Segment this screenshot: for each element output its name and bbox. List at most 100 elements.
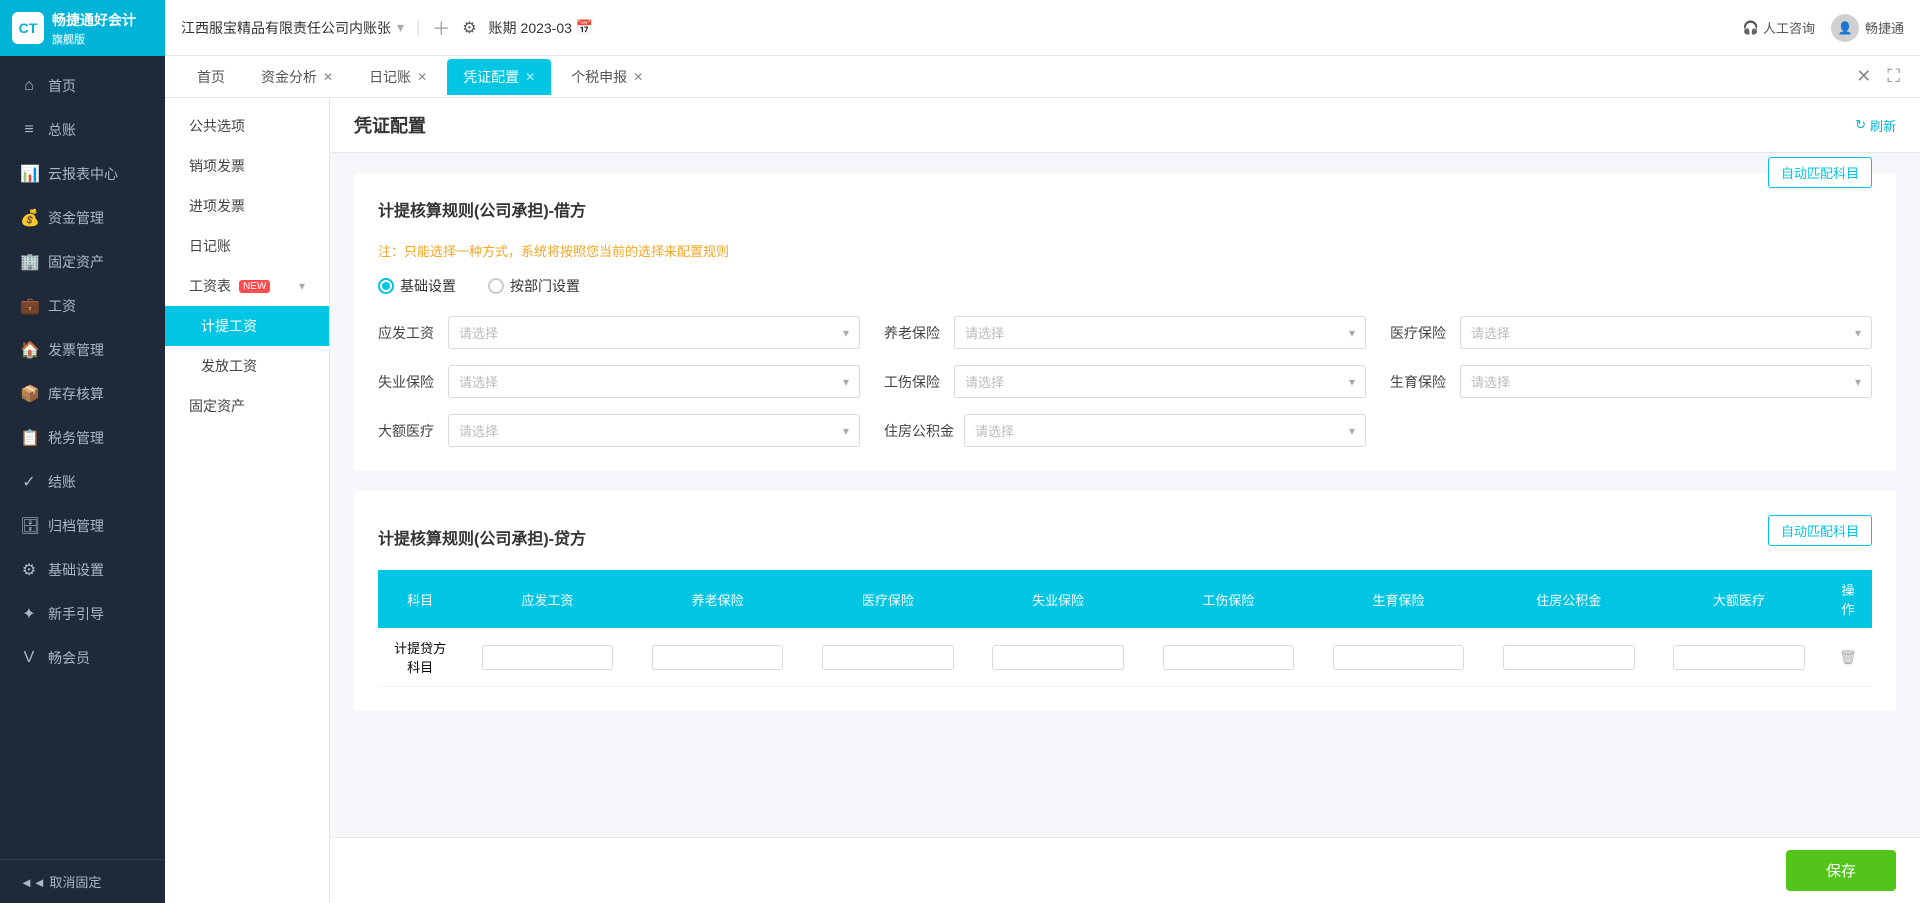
- input-zhufang[interactable]: [1503, 645, 1635, 670]
- select-yiliao[interactable]: 请选择 ▾: [1460, 316, 1872, 349]
- col-dae: 大额医疗: [1654, 570, 1824, 628]
- member-icon: V: [20, 649, 38, 667]
- tab-tax-close[interactable]: ✕: [633, 70, 643, 84]
- tab-voucher[interactable]: 凭证配置 ✕: [447, 59, 551, 95]
- sidebar-item-archive[interactable]: 🗄 归档管理: [0, 504, 165, 548]
- save-button[interactable]: 保存: [1786, 850, 1896, 891]
- tabs-bar: 首页 资金分析 ✕ 日记账 ✕ 凭证配置 ✕ 个税申报 ✕ ✕ ⛶: [165, 56, 1920, 98]
- tab-journal-close[interactable]: ✕: [417, 70, 427, 84]
- form-item-shiye: 失业保险 请选择 ▾: [378, 365, 860, 398]
- tab-journal[interactable]: 日记账 ✕: [353, 59, 443, 95]
- nav-journal[interactable]: 日记账: [165, 226, 329, 266]
- sidebar-item-inventory[interactable]: 📦 库存核算: [0, 372, 165, 416]
- input-yanglao[interactable]: [652, 645, 784, 670]
- guide-icon: ✦: [20, 604, 38, 624]
- col-shiye: 失业保险: [973, 570, 1143, 628]
- sidebar-item-salary[interactable]: 💼 工资: [0, 284, 165, 328]
- cell-yanglao: [633, 628, 803, 687]
- nav-accrue[interactable]: 计提工资: [165, 306, 329, 346]
- nav-public[interactable]: 公共选项: [165, 106, 329, 146]
- sidebar-nav: ⌂ 首页 ≡ 总账 📊 云报表中心 💰 资金管理 🏢 固定资产 💼 工资 🏠 发…: [0, 56, 165, 859]
- sidebar-item-salary-label: 工资: [48, 296, 76, 316]
- user-menu[interactable]: 👤 畅捷通: [1831, 14, 1904, 42]
- sidebar-item-checkout[interactable]: ✓ 结账: [0, 460, 165, 504]
- company-selector[interactable]: 江西服宝精品有限责任公司内账张 ▾: [181, 18, 404, 38]
- sidebar-item-guide[interactable]: ✦ 新手引导: [0, 592, 165, 636]
- invoice-icon: 🏠: [20, 340, 38, 360]
- select-dae-arrow: ▾: [843, 424, 849, 438]
- nav-sales[interactable]: 销项发票: [165, 146, 329, 186]
- input-shengyu[interactable]: [1333, 645, 1465, 670]
- radio-by-dept[interactable]: 按部门设置: [488, 276, 580, 296]
- input-dae[interactable]: [1673, 645, 1805, 670]
- select-zhufang[interactable]: 请选择 ▾: [964, 414, 1366, 447]
- select-yanglao[interactable]: 请选择 ▾: [954, 316, 1366, 349]
- nav-pay[interactable]: 发放工资: [165, 346, 329, 386]
- sidebar-item-home[interactable]: ⌂ 首页: [0, 64, 165, 108]
- delete-row-button[interactable]: 🗑: [1839, 649, 1857, 665]
- select-zhufang-arrow: ▾: [1349, 424, 1355, 438]
- sidebar-item-funds[interactable]: 💰 资金管理: [0, 196, 165, 240]
- credit-table: 科目 应发工资 养老保险 医疗保险 失业保险 工伤保险 生育保险 住房公积金 大…: [378, 570, 1872, 687]
- nav-fixed-assets[interactable]: 固定资产: [165, 386, 329, 426]
- nav-salary-table[interactable]: 工资表 NEW ▾: [165, 266, 329, 306]
- input-gongshang[interactable]: [1163, 645, 1295, 670]
- left-panel: 公共选项 销项发票 进项发票 日记账 工资表 NEW ▾ 计提工资 发放工资: [165, 98, 330, 903]
- tab-tax[interactable]: 个税申报 ✕: [555, 59, 659, 95]
- nav-purchase[interactable]: 进项发票: [165, 186, 329, 226]
- radio-basic[interactable]: 基础设置: [378, 276, 456, 296]
- tab-voucher-close[interactable]: ✕: [525, 70, 535, 84]
- select-shiye[interactable]: 请选择 ▾: [448, 365, 860, 398]
- select-dae[interactable]: 请选择 ▾: [448, 414, 860, 447]
- sidebar-item-member[interactable]: V 畅会员: [0, 636, 165, 680]
- sidebar-item-reports[interactable]: 📊 云报表中心: [0, 152, 165, 196]
- tab-fund[interactable]: 资金分析 ✕: [245, 59, 349, 95]
- select-shengyu[interactable]: 请选择 ▾: [1460, 365, 1872, 398]
- tab-home[interactable]: 首页: [181, 59, 241, 95]
- sidebar-item-ledger[interactable]: ≡ 总账: [0, 108, 165, 152]
- sidebar-item-funds-label: 资金管理: [48, 208, 104, 228]
- nav-accrue-label: 计提工资: [201, 318, 257, 334]
- settings-gear-icon[interactable]: ⚙: [462, 18, 476, 38]
- sidebar-item-invoice[interactable]: 🏠 发票管理: [0, 328, 165, 372]
- debit-auto-match-button[interactable]: 自动匹配科目: [1768, 157, 1872, 188]
- logo-text-group: 畅捷通好会计 旗舰版: [52, 10, 136, 47]
- form-item-yanglao: 养老保险 请选择 ▾: [884, 316, 1366, 349]
- select-dae-text: 请选择: [459, 421, 843, 440]
- select-shengyu-text: 请选择: [1471, 372, 1855, 391]
- label-shengyu: 生育保险: [1390, 372, 1450, 392]
- cell-shiye: [973, 628, 1143, 687]
- input-yingfa[interactable]: [482, 645, 614, 670]
- sidebar-item-tax[interactable]: 📋 税务管理: [0, 416, 165, 460]
- credit-auto-match-button[interactable]: 自动匹配科目: [1768, 515, 1872, 546]
- input-yiliao[interactable]: [822, 645, 954, 670]
- add-company-button[interactable]: ＋: [432, 15, 450, 41]
- user-name: 畅捷通: [1865, 18, 1904, 37]
- radio-basic-dot: [382, 282, 390, 290]
- select-yingfa[interactable]: 请选择 ▾: [448, 316, 860, 349]
- tab-tax-label: 个税申报: [571, 67, 627, 87]
- maximize-button[interactable]: ⛶: [1883, 62, 1904, 91]
- cell-gongshang: [1143, 628, 1313, 687]
- sidebar-item-settings[interactable]: ⚙ 基础设置: [0, 548, 165, 592]
- select-yanglao-text: 请选择: [965, 323, 1349, 342]
- sidebar-item-assets[interactable]: 🏢 固定资产: [0, 240, 165, 284]
- sidebar-item-checkout-label: 结账: [48, 472, 76, 492]
- close-tab-button[interactable]: ✕: [1852, 62, 1875, 91]
- new-badge: NEW: [239, 280, 270, 293]
- unpin-button[interactable]: ◄◄ 取消固定: [0, 859, 165, 903]
- label-shiye: 失业保险: [378, 372, 438, 392]
- service-button[interactable]: 🎧 人工咨询: [1743, 18, 1815, 37]
- period-selector[interactable]: 账期 2023-03 📅: [489, 18, 594, 38]
- tab-fund-close[interactable]: ✕: [323, 70, 333, 84]
- label-yanglao: 养老保险: [884, 323, 944, 343]
- reports-icon: 📊: [20, 164, 38, 184]
- select-gongshang[interactable]: 请选择 ▾: [954, 365, 1366, 398]
- topbar-right: 🎧 人工咨询 👤 畅捷通: [1743, 14, 1904, 42]
- credit-section: 计提核算规则(公司承担)-贷方 自动匹配科目 科目 应发工资 养老保险 医疗保险…: [354, 491, 1896, 711]
- refresh-button[interactable]: ↻ 刷新: [1855, 116, 1896, 135]
- sidebar-item-assets-label: 固定资产: [48, 252, 104, 272]
- period-label: 账期: [489, 18, 517, 38]
- label-zhufang: 住房公积金: [884, 421, 954, 441]
- input-shiye[interactable]: [992, 645, 1124, 670]
